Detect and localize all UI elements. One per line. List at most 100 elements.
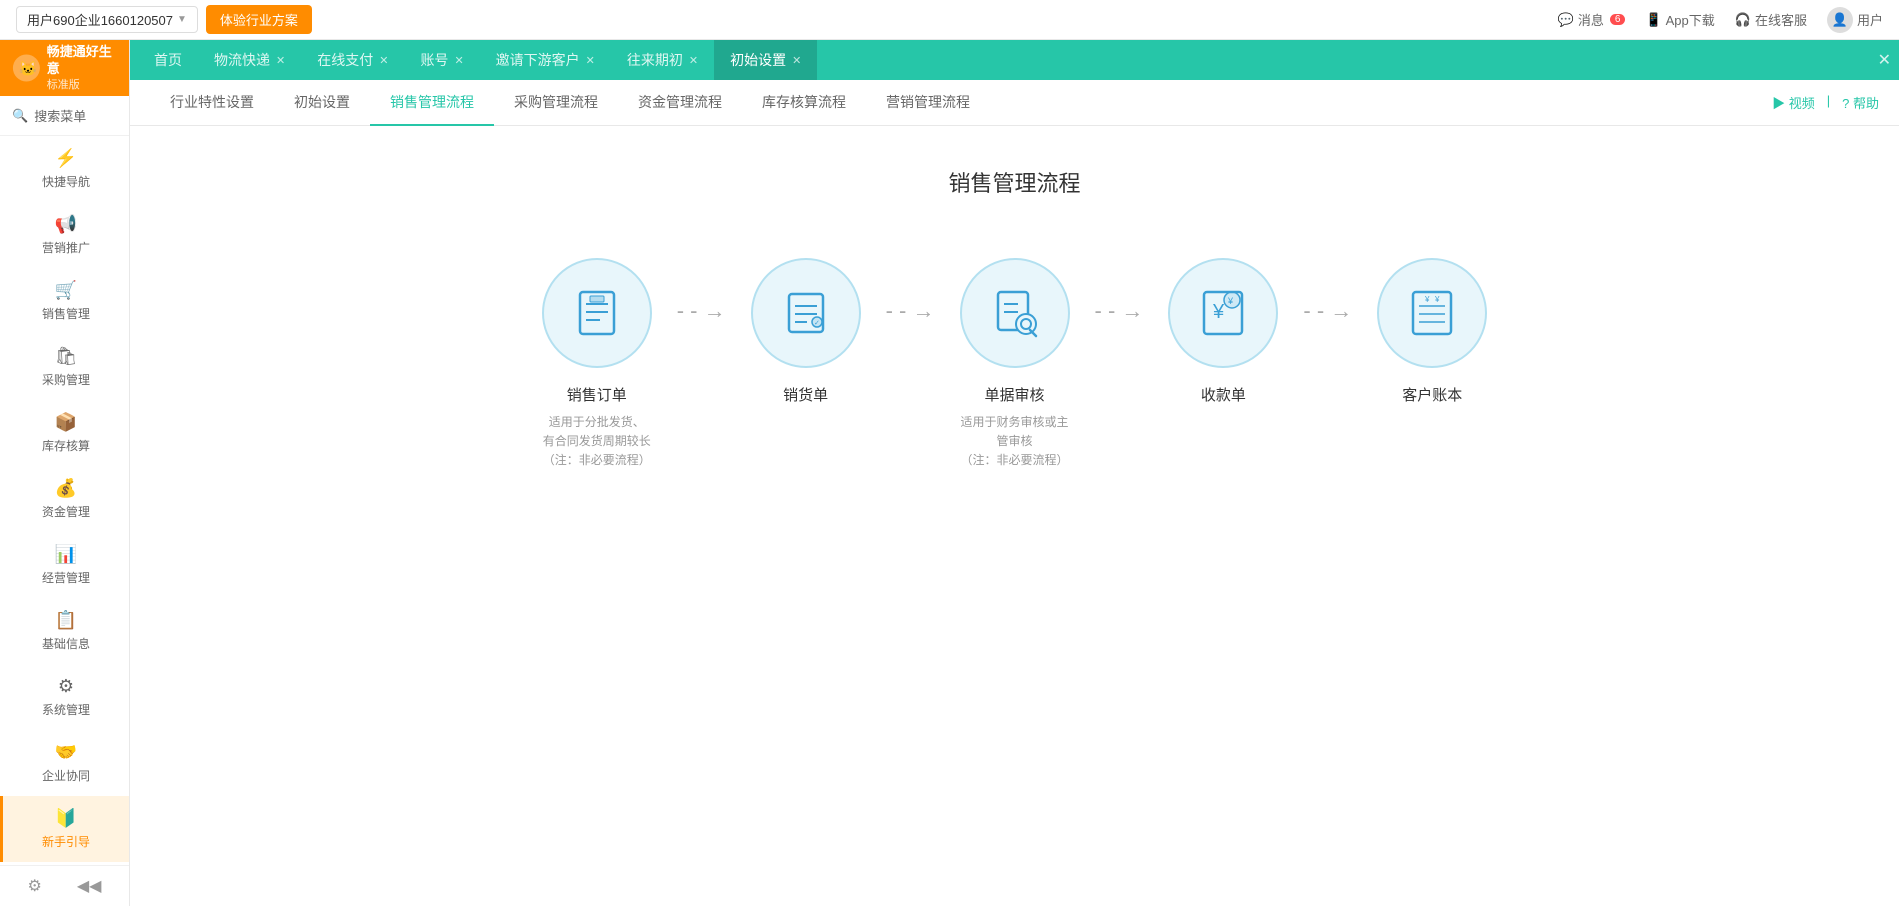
flow-step-name-receipt: 收款单 xyxy=(1201,384,1246,405)
sidebar-icon-new-guide: 🔰 xyxy=(55,808,77,829)
nav-tab-payment[interactable]: 在线支付 ✕ xyxy=(301,40,404,80)
sub-tab-industry[interactable]: 行业特性设置 xyxy=(150,80,274,126)
sub-tab-init[interactable]: 初始设置 xyxy=(274,80,370,126)
nav-tab-home[interactable]: 首页 xyxy=(138,40,198,80)
sidebar-icon-marketing: 📢 xyxy=(55,214,77,235)
sidebar-item-sales[interactable]: 🛒 销售管理 xyxy=(0,268,129,334)
nav-tab-close-init-settings[interactable]: ✕ xyxy=(792,54,801,67)
nav-tab-label-logistics: 物流快递 xyxy=(214,50,270,70)
nav-tab-close-invite[interactable]: ✕ xyxy=(586,54,595,67)
user-profile-item[interactable]: 👤 用户 xyxy=(1827,7,1883,33)
sidebar-item-purchase[interactable]: 🛍 采购管理 xyxy=(0,334,129,400)
flow-step-sales-order[interactable]: 销售订单 适用于分批发货、有合同发货周期较长（注：非必要流程） xyxy=(507,258,687,471)
flow-circle-sales-order xyxy=(542,258,652,368)
nav-tab-invite[interactable]: 邀请下游客户✕ xyxy=(480,40,611,80)
main-layout: 🐱 畅捷通好生意 标准版 🔍 搜索菜单 ⚡ 快捷导航📢 营销推广🛒 销售管理🛍 … xyxy=(0,40,1899,906)
close-all-tabs[interactable]: ✕ xyxy=(1878,50,1891,70)
sidebar-icon-inventory: 📦 xyxy=(55,412,77,433)
sidebar-label-purchase: 采购管理 xyxy=(42,371,90,388)
content-area: 首页物流快递✕在线支付✕账号✕邀请下游客户✕往来期初✕初始设置✕✕ 行业特性设置… xyxy=(130,40,1899,906)
sidebar-item-marketing[interactable]: 📢 营销推广 xyxy=(0,202,129,268)
message-item[interactable]: 💬 消息 6 xyxy=(1558,10,1626,29)
sub-tabs-right: ▶ 视频 | ? 帮助 xyxy=(1772,93,1879,112)
logo-icon: 🐱 xyxy=(12,52,41,84)
settings-icon[interactable]: ⚙ xyxy=(28,876,42,896)
sidebar-item-new-guide[interactable]: 🔰 新手引导 xyxy=(0,796,129,862)
help-link[interactable]: ? 帮助 xyxy=(1842,93,1879,112)
message-badge: 6 xyxy=(1610,14,1626,25)
sub-tab-sales-flow[interactable]: 销售管理流程 xyxy=(370,80,494,126)
sub-tab-inventory-flow[interactable]: 库存核算流程 xyxy=(742,80,866,126)
top-bar-right: 💬 消息 6 📱 App下载 🎧 在线客服 👤 用户 xyxy=(1558,7,1883,33)
flow-circle-doc-review xyxy=(960,258,1070,368)
search-icon: 🔍 xyxy=(12,108,28,124)
sidebar-icon-quick-nav: ⚡ xyxy=(55,148,77,169)
page-content: 行业特性设置初始设置销售管理流程采购管理流程资金管理流程库存核算流程营销管理流程… xyxy=(130,80,1899,906)
nav-tab-account[interactable]: 账号✕ xyxy=(404,40,479,80)
nav-tab-close-period-init[interactable]: ✕ xyxy=(689,54,698,67)
sidebar: 🐱 畅捷通好生意 标准版 🔍 搜索菜单 ⚡ 快捷导航📢 营销推广🛒 销售管理🛍 … xyxy=(0,40,130,906)
flow-circle-customer-ledger: ¥ ¥ xyxy=(1377,258,1487,368)
top-bar: 用户690企业1660120507 ▼ 体验行业方案 💬 消息 6 📱 App下… xyxy=(0,0,1899,40)
flow-step-receipt[interactable]: ¥ ¥ 收款单 xyxy=(1133,258,1313,413)
svg-text:¥: ¥ xyxy=(1227,296,1234,306)
sidebar-item-operations[interactable]: 📊 经营管理 xyxy=(0,532,129,598)
nav-tabs: 首页物流快递✕在线支付✕账号✕邀请下游客户✕往来期初✕初始设置✕✕ xyxy=(130,40,1899,80)
nav-tab-label-period-init: 往来期初 xyxy=(627,50,683,70)
sidebar-bottom: ⚙ ◀◀ xyxy=(0,865,129,906)
online-service-item[interactable]: 🎧 在线客服 xyxy=(1735,10,1807,29)
logo-text: 畅捷通好生意 标准版 xyxy=(47,44,117,92)
sidebar-item-system[interactable]: ⚙ 系统管理 xyxy=(0,664,129,730)
flow-title: 销售管理流程 xyxy=(190,166,1839,198)
message-icon: 💬 xyxy=(1558,12,1574,28)
sidebar-icon-sales: 🛒 xyxy=(55,280,77,301)
sidebar-search[interactable]: 🔍 搜索菜单 xyxy=(0,96,129,136)
sub-tab-purchase-flow[interactable]: 采购管理流程 xyxy=(494,80,618,126)
nav-tab-init-settings[interactable]: 初始设置 ✕ xyxy=(714,40,817,80)
sidebar-icon-enterprise-collab: 🤝 xyxy=(55,742,77,763)
sidebar-label-enterprise-collab: 企业协同 xyxy=(42,767,90,784)
user-selector[interactable]: 用户690企业1660120507 ▼ xyxy=(16,6,198,33)
nav-tab-close-logistics[interactable]: ✕ xyxy=(276,54,285,67)
sub-tab-finance-flow[interactable]: 资金管理流程 xyxy=(618,80,742,126)
sidebar-item-quick-nav[interactable]: ⚡ 快捷导航 xyxy=(0,136,129,202)
nav-tab-logistics[interactable]: 物流快递 ✕ xyxy=(198,40,301,80)
nav-tab-period-init[interactable]: 往来期初 ✕ xyxy=(611,40,714,80)
avatar: 👤 xyxy=(1827,7,1853,33)
sidebar-item-basic-info[interactable]: 📋 基础信息 xyxy=(0,598,129,664)
help-icon: ? xyxy=(1842,96,1849,111)
video-icon: ▶ xyxy=(1772,96,1785,111)
collapse-icon[interactable]: ◀◀ xyxy=(77,876,102,896)
search-label: 搜索菜单 xyxy=(34,106,86,125)
sidebar-item-enterprise-collab[interactable]: 🤝 企业协同 xyxy=(0,730,129,796)
nav-tab-close-account[interactable]: ✕ xyxy=(454,54,463,67)
flow-step-desc-sales-order: 适用于分批发货、有合同发货周期较长（注：非必要流程） xyxy=(543,413,651,471)
sidebar-items: ⚡ 快捷导航📢 营销推广🛒 销售管理🛍 采购管理📦 库存核算💰 资金管理📊 经营… xyxy=(0,136,129,865)
flow-step-desc-doc-review: 适用于财务审核或主管审核（注：非必要流程） xyxy=(960,413,1068,471)
flow-step-customer-ledger[interactable]: ¥ ¥ 客户账本 xyxy=(1342,258,1522,413)
user-selector-text: 用户690企业1660120507 xyxy=(27,10,173,29)
sidebar-label-inventory: 库存核算 xyxy=(42,437,90,454)
sub-tab-marketing-flow[interactable]: 营销管理流程 xyxy=(866,80,990,126)
top-bar-left: 用户690企业1660120507 ▼ 体验行业方案 xyxy=(16,5,312,34)
sidebar-item-inventory[interactable]: 📦 库存核算 xyxy=(0,400,129,466)
flow-step-doc-review[interactable]: 单据审核 适用于财务审核或主管审核（注：非必要流程） xyxy=(925,258,1105,471)
flow-diagram: 销售订单 适用于分批发货、有合同发货周期较长（注：非必要流程） - - → ✓ … xyxy=(190,258,1839,471)
message-label: 消息 xyxy=(1578,10,1604,29)
nav-tab-label-init-settings: 初始设置 xyxy=(730,50,786,70)
video-label: 视频 xyxy=(1789,96,1815,111)
sidebar-icon-purchase: 🛍 xyxy=(55,346,78,367)
sidebar-label-new-guide: 新手引导 xyxy=(42,833,90,850)
experience-button[interactable]: 体验行业方案 xyxy=(206,5,312,34)
nav-tab-label-payment: 在线支付 xyxy=(317,50,373,70)
sidebar-item-finance[interactable]: 💰 资金管理 xyxy=(0,466,129,532)
app-download-item[interactable]: 📱 App下载 xyxy=(1645,10,1714,29)
download-icon: 📱 xyxy=(1645,12,1661,28)
flow-circle-receipt: ¥ ¥ xyxy=(1168,258,1278,368)
nav-tab-close-payment[interactable]: ✕ xyxy=(379,54,388,67)
chevron-down-icon: ▼ xyxy=(177,14,187,25)
video-help-link[interactable]: ▶ 视频 xyxy=(1772,93,1815,112)
flow-step-name-doc-review: 单据审核 xyxy=(984,384,1044,405)
svg-text:🐱: 🐱 xyxy=(19,60,37,77)
flow-step-sales-invoice[interactable]: ✓ 销货单 xyxy=(716,258,896,413)
